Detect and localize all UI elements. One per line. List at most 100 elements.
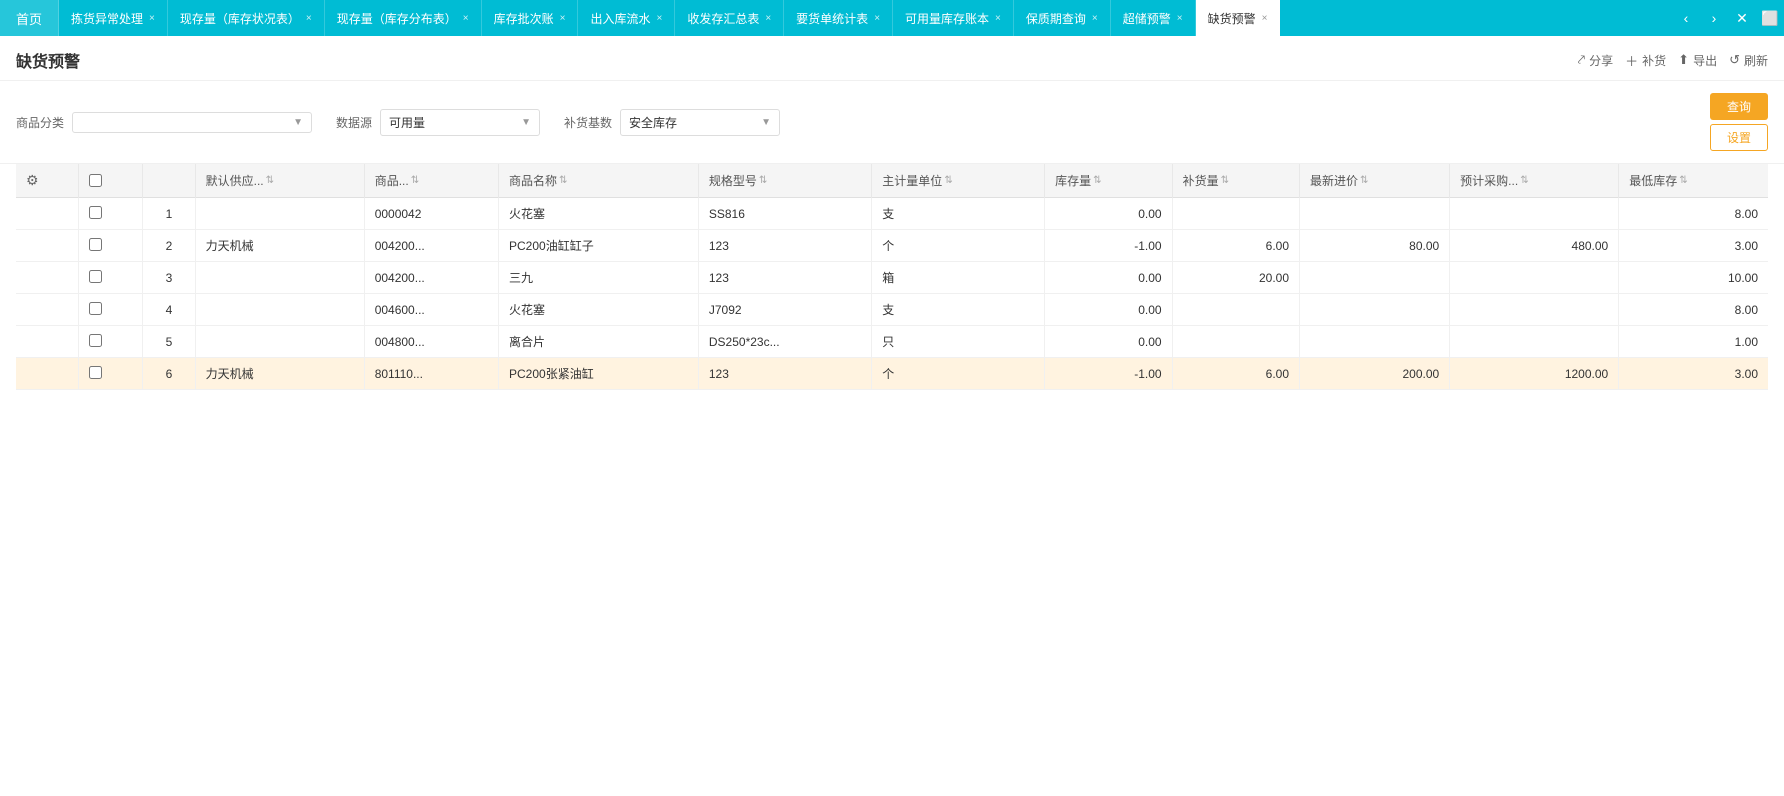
tab-close-expiry-query[interactable]: × bbox=[1092, 13, 1098, 24]
row-checkbox-1[interactable] bbox=[89, 238, 102, 251]
col-header-min_stock[interactable]: 最低库存 ⇅ bbox=[1619, 164, 1768, 198]
col-header-est_purchase[interactable]: 预计采购... ⇅ bbox=[1450, 164, 1619, 198]
table-row: 5004800...离合片DS250*23c...只0.001.00 bbox=[16, 326, 1768, 358]
row-checkbox-4[interactable] bbox=[89, 334, 102, 347]
datasource-filter-group: 数据源 可用量 ▼ bbox=[336, 109, 540, 136]
tab-close-overstock[interactable]: × bbox=[1177, 13, 1183, 24]
cell-product_code: 004800... bbox=[364, 326, 498, 358]
sort-icon-min_stock: ⇅ bbox=[1679, 175, 1687, 186]
tab-close-available-ledger[interactable]: × bbox=[995, 13, 1001, 24]
tab-close-collect-summary[interactable]: × bbox=[765, 13, 771, 24]
col-header-latest_price[interactable]: 最新进价 ⇅ bbox=[1300, 164, 1450, 198]
replenish-action-button[interactable]: ＋补货 bbox=[1625, 51, 1666, 70]
cell-value-index: 4 bbox=[166, 303, 173, 317]
tab-requisition-stat[interactable]: 要货单统计表× bbox=[784, 0, 893, 36]
tab-expiry-query[interactable]: 保质期查询× bbox=[1014, 0, 1111, 36]
cell-value-replenish_qty: 6.00 bbox=[1266, 367, 1289, 381]
tab-shortage[interactable]: 缺货预警× bbox=[1196, 0, 1281, 36]
cell-settings bbox=[16, 358, 79, 390]
tab-close-window[interactable]: ✕ bbox=[1728, 0, 1756, 36]
cell-value-product_code: 0000042 bbox=[375, 207, 422, 221]
cell-value-index: 3 bbox=[166, 271, 173, 285]
datasource-value: 可用量 bbox=[389, 114, 425, 131]
col-label-replenish_qty: 补货量 bbox=[1183, 172, 1219, 189]
cell-replenish_qty bbox=[1172, 326, 1299, 358]
cell-index: 1 bbox=[143, 198, 195, 230]
cell-value-min_stock: 3.00 bbox=[1735, 367, 1758, 381]
select-all-checkbox[interactable] bbox=[89, 174, 102, 187]
tab-label-inout-flow: 出入库流水 bbox=[590, 10, 650, 27]
col-header-default_supplier[interactable]: 默认供应... ⇅ bbox=[195, 164, 364, 198]
category-select[interactable]: ▼ bbox=[72, 112, 312, 133]
tab-inout-flow[interactable]: 出入库流水 × bbox=[578, 0, 675, 36]
tab-close-requisition-stat[interactable]: × bbox=[874, 13, 880, 24]
cell-index: 2 bbox=[143, 230, 195, 262]
cell-latest_price bbox=[1300, 262, 1450, 294]
cell-checkbox bbox=[79, 262, 143, 294]
tab-available-ledger[interactable]: 可用量库存账本× bbox=[893, 0, 1014, 36]
cell-settings bbox=[16, 230, 79, 262]
col-header-stock[interactable]: 库存量 ⇅ bbox=[1045, 164, 1172, 198]
cell-index: 6 bbox=[143, 358, 195, 390]
page-header: 缺货预警 ⤤分享＋补货⬆导出↺刷新 bbox=[0, 36, 1784, 81]
cell-unit: 个 bbox=[872, 358, 1045, 390]
cell-value-stock: 0.00 bbox=[1138, 335, 1161, 349]
col-label-stock: 库存量 bbox=[1055, 172, 1091, 189]
cell-est_purchase bbox=[1450, 198, 1619, 230]
cell-checkbox bbox=[79, 294, 143, 326]
tab-scroll-right[interactable]: › bbox=[1700, 0, 1728, 36]
tab-overstock[interactable]: 超储预警× bbox=[1111, 0, 1196, 36]
tab-batch[interactable]: 库存批次账× bbox=[482, 0, 579, 36]
col-header-unit[interactable]: 主计量单位 ⇅ bbox=[872, 164, 1045, 198]
table-settings-icon[interactable]: ⚙ bbox=[26, 172, 39, 189]
cell-unit: 只 bbox=[872, 326, 1045, 358]
col-label-spec: 规格型号 bbox=[709, 172, 757, 189]
tab-scroll-left[interactable]: ‹ bbox=[1672, 0, 1700, 36]
query-button[interactable]: 查询 bbox=[1710, 93, 1768, 120]
cell-value-product_name: 三九 bbox=[509, 271, 533, 285]
col-header-spec[interactable]: 规格型号 ⇅ bbox=[698, 164, 871, 198]
cell-est_purchase: 480.00 bbox=[1450, 230, 1619, 262]
share-action-button[interactable]: ⤤分享 bbox=[1578, 52, 1613, 69]
tab-inventory-status[interactable]: 现存量（库存状况表）× bbox=[168, 0, 325, 36]
col-label-min_stock: 最低库存 bbox=[1629, 172, 1677, 189]
tab-maximize[interactable]: ⬜ bbox=[1756, 0, 1784, 36]
cell-min_stock: 3.00 bbox=[1619, 358, 1768, 390]
tab-close-inventory-status[interactable]: × bbox=[306, 13, 312, 24]
sort-icon-stock: ⇅ bbox=[1093, 175, 1101, 186]
export-action-button[interactable]: ⬆导出 bbox=[1678, 52, 1717, 69]
cell-value-product_code: 004200... bbox=[375, 271, 425, 285]
datasource-select[interactable]: 可用量 ▼ bbox=[380, 109, 540, 136]
row-checkbox-3[interactable] bbox=[89, 302, 102, 315]
tab-home[interactable]: 首页 bbox=[0, 0, 59, 36]
export-action-label: 导出 bbox=[1693, 52, 1717, 69]
row-checkbox-2[interactable] bbox=[89, 270, 102, 283]
tab-close-inout-flow[interactable]: × bbox=[656, 13, 662, 24]
cell-value-index: 5 bbox=[166, 335, 173, 349]
cell-value-min_stock: 1.00 bbox=[1735, 335, 1758, 349]
tab-abnormal[interactable]: 拣货异常处理× bbox=[59, 0, 168, 36]
replenish-base-select[interactable]: 安全库存 ▼ bbox=[620, 109, 780, 136]
refresh-action-button[interactable]: ↺刷新 bbox=[1729, 52, 1768, 69]
col-header-product_code[interactable]: 商品... ⇅ bbox=[364, 164, 498, 198]
tab-close-inventory-dist[interactable]: × bbox=[463, 13, 469, 24]
share-action-label: 分享 bbox=[1589, 52, 1613, 69]
cell-value-product_code: 004600... bbox=[375, 303, 425, 317]
col-label-latest_price: 最新进价 bbox=[1310, 172, 1358, 189]
tab-close-abnormal[interactable]: × bbox=[149, 13, 155, 24]
row-checkbox-0[interactable] bbox=[89, 206, 102, 219]
tab-close-batch[interactable]: × bbox=[560, 13, 566, 24]
tab-close-shortage[interactable]: × bbox=[1262, 13, 1268, 24]
cell-value-unit: 个 bbox=[882, 367, 894, 381]
cell-product_name: PC200张紧油缸 bbox=[499, 358, 699, 390]
tab-inventory-dist[interactable]: 现存量（库存分布表）× bbox=[325, 0, 482, 36]
settings-button[interactable]: 设置 bbox=[1710, 124, 1768, 151]
col-header-replenish_qty[interactable]: 补货量 ⇅ bbox=[1172, 164, 1299, 198]
col-header-product_name[interactable]: 商品名称 ⇅ bbox=[499, 164, 699, 198]
cell-product_name: 火花塞 bbox=[499, 198, 699, 230]
tab-label-collect-summary: 收发存汇总表 bbox=[687, 10, 759, 27]
row-checkbox-5[interactable] bbox=[89, 366, 102, 379]
cell-default_supplier bbox=[195, 326, 364, 358]
tab-collect-summary[interactable]: 收发存汇总表 × bbox=[675, 0, 784, 36]
sort-icon-product_code: ⇅ bbox=[411, 175, 419, 186]
